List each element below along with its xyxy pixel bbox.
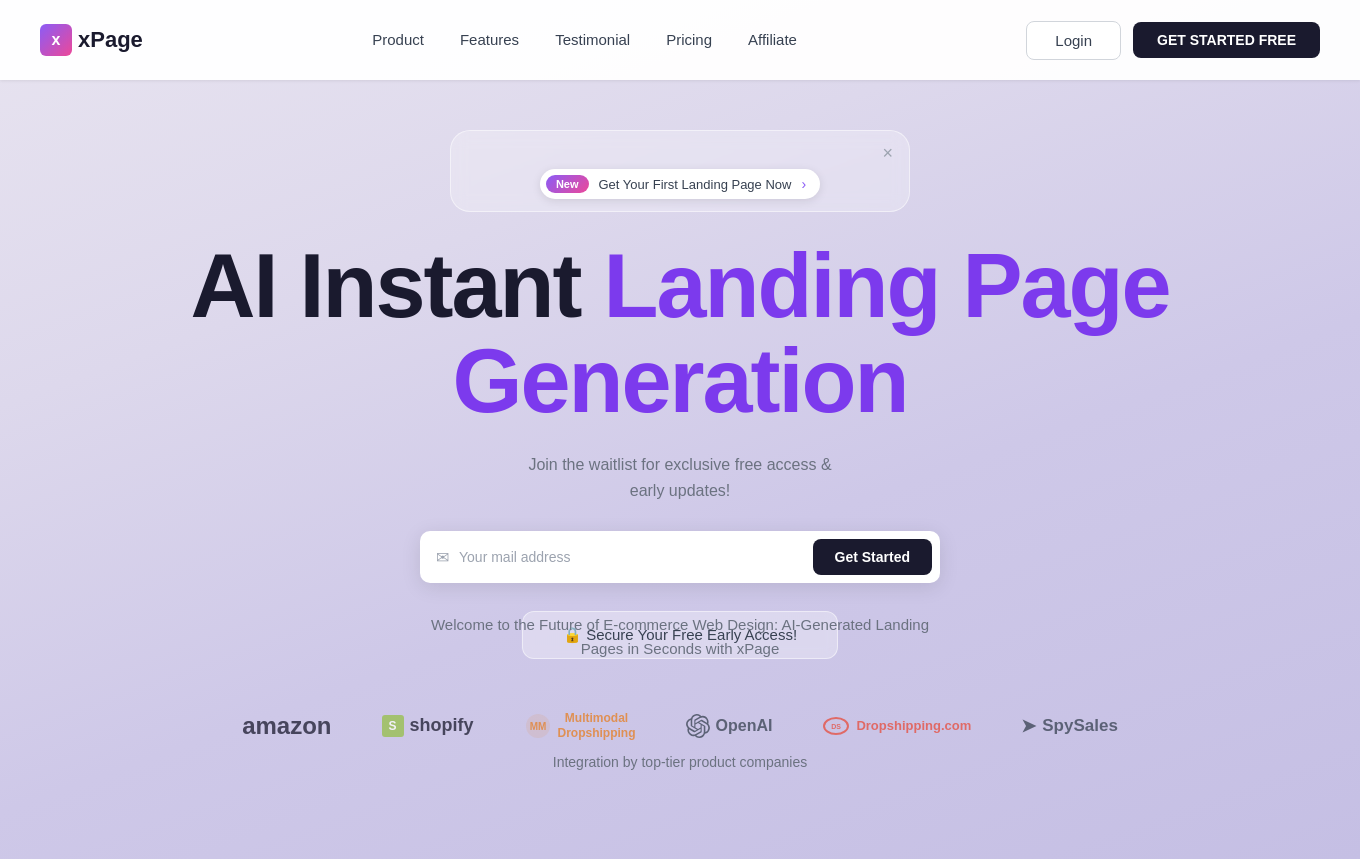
nav-link-affiliate[interactable]: Affiliate	[748, 31, 797, 48]
amazon-logo: amazon	[242, 712, 331, 740]
subtitle-line2: early updates!	[630, 482, 731, 499]
nav-item-affiliate[interactable]: Affiliate	[748, 31, 797, 49]
nav-link-product[interactable]: Product	[372, 31, 424, 48]
nav-link-testimonial[interactable]: Testimonial	[555, 31, 630, 48]
subtitle-line1: Join the waitlist for exclusive free acc…	[528, 456, 831, 473]
nav-actions: Login GET STARTED FREE	[1026, 21, 1320, 60]
dropshipping-logo: DS Dropshipping.com	[822, 712, 971, 740]
get-started-button[interactable]: GET STARTED FREE	[1133, 22, 1320, 58]
nav-link-pricing[interactable]: Pricing	[666, 31, 712, 48]
new-badge: New	[546, 175, 589, 193]
email-input[interactable]	[459, 549, 813, 565]
title-part1: AI Instant	[190, 236, 603, 336]
logo-text: xPage	[78, 27, 143, 53]
announcement-text: Get Your First Landing Page Now	[599, 177, 792, 192]
welcome-line2: Pages in Seconds with xPage	[581, 640, 779, 657]
title-part2: Landing Page	[603, 236, 1169, 336]
nav-links: Product Features Testimonial Pricing Aff…	[372, 31, 797, 49]
logo[interactable]: x xPage	[40, 24, 143, 56]
logo-icon: x	[40, 24, 72, 56]
dropshipping-icon: DS	[822, 712, 850, 740]
announcement-bar[interactable]: New Get Your First Landing Page Now ›	[540, 169, 820, 199]
integrations-container: amazon S shopify MM MultimodalDropshippi…	[202, 711, 1158, 740]
hero-section: × New Get Your First Landing Page Now › …	[0, 0, 1360, 859]
hero-title: AI Instant Landing Page Generation	[170, 239, 1189, 428]
get-started-submit-button[interactable]: Get Started	[813, 539, 932, 575]
close-button[interactable]: ×	[882, 143, 893, 164]
hero-subtitle: Join the waitlist for exclusive free acc…	[528, 452, 831, 503]
shopify-logo: S shopify	[382, 715, 474, 737]
title-part3: Generation	[452, 331, 907, 431]
navbar: x xPage Product Features Testimonial Pri…	[0, 0, 1360, 80]
shopify-icon: S	[382, 715, 404, 737]
arrow-icon: ➤	[1021, 715, 1036, 737]
nav-item-product[interactable]: Product	[372, 31, 424, 49]
openai-logo: OpenAI	[686, 714, 773, 738]
svg-text:MM: MM	[529, 721, 546, 732]
multimodal-icon: MM	[524, 712, 552, 740]
nav-item-testimonial[interactable]: Testimonial	[555, 31, 630, 49]
nav-link-features[interactable]: Features	[460, 31, 519, 48]
hero-welcome: Welcome to the Future of E-commerce Web …	[431, 613, 929, 661]
mail-icon: ✉	[436, 548, 449, 567]
multimodal-logo: MM MultimodalDropshipping	[524, 711, 636, 740]
openai-icon	[686, 714, 710, 738]
nav-item-features[interactable]: Features	[460, 31, 519, 49]
login-button[interactable]: Login	[1026, 21, 1121, 60]
email-form: ✉ Get Started	[420, 531, 940, 583]
spysales-logo: ➤ SpySales	[1021, 715, 1118, 737]
chevron-right-icon: ›	[801, 176, 806, 192]
welcome-line1: Welcome to the Future of E-commerce Web …	[431, 616, 929, 633]
integration-label: Integration by top-tier product companie…	[553, 754, 807, 770]
svg-text:DS: DS	[832, 723, 842, 730]
nav-item-pricing[interactable]: Pricing	[666, 31, 712, 49]
